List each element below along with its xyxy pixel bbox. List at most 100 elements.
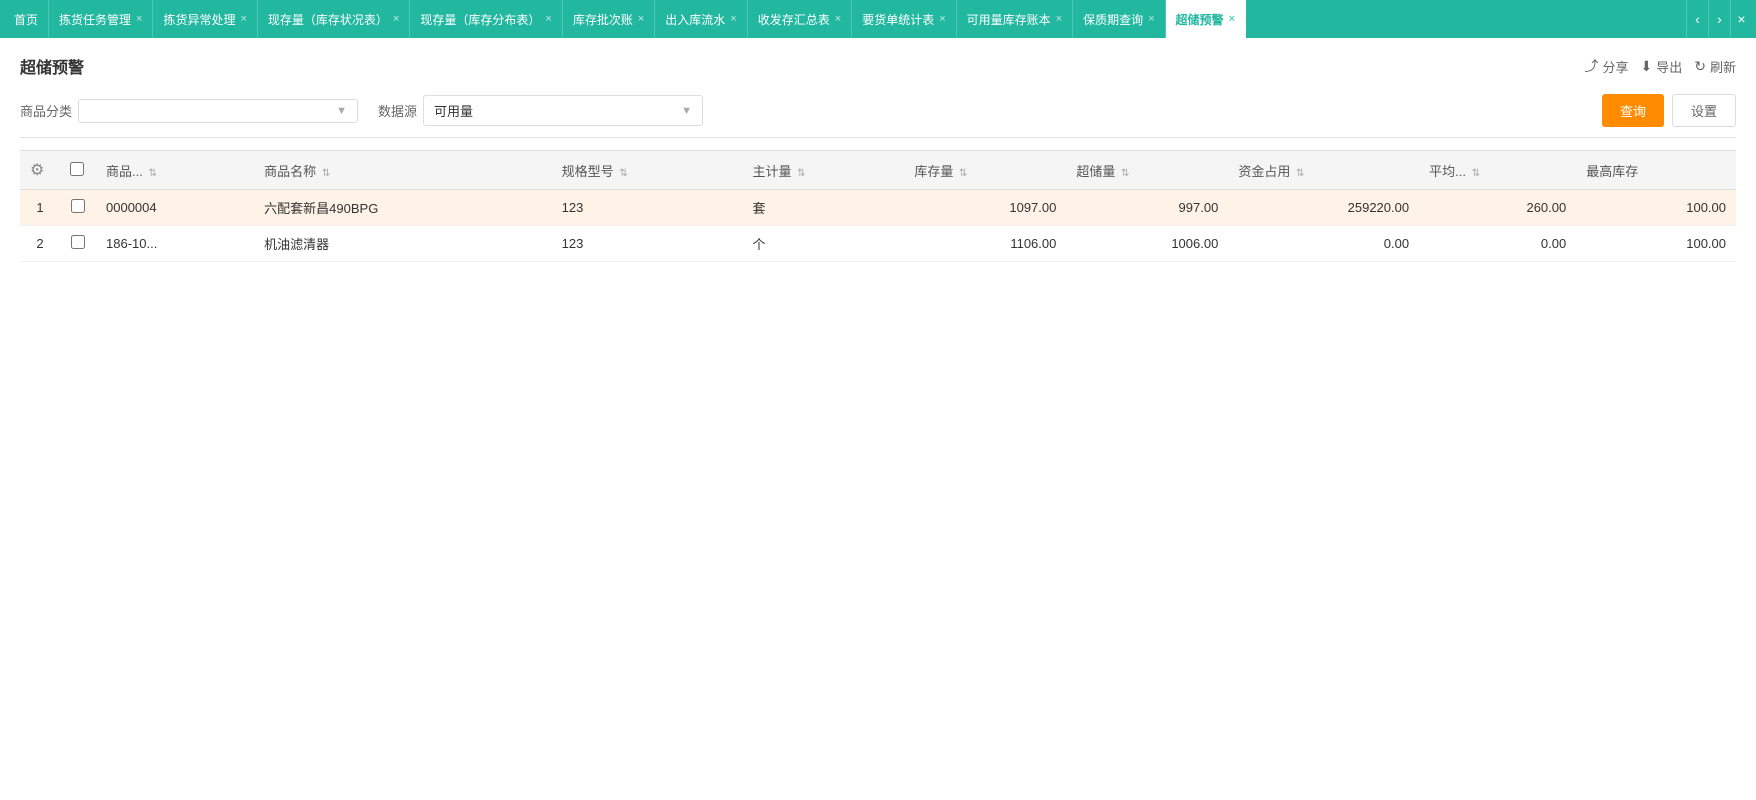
close-tab-summary[interactable]: × (835, 13, 841, 25)
checkbox-header[interactable] (60, 151, 96, 190)
col-spec[interactable]: 规格型号 ⇅ (552, 151, 743, 190)
nav-tab-home[interactable]: 首页 (4, 0, 49, 38)
nav-tab-stock-status[interactable]: 现存量（库存状况表） × (258, 0, 410, 38)
row-average-2: 0.00 (1419, 226, 1576, 262)
row-stock-1: 1097.00 (904, 190, 1066, 226)
data-source-filter: 数据源 可用量 ▼ (378, 95, 703, 126)
nav-arrow-close[interactable]: × (1730, 0, 1752, 38)
close-tab-stock-status[interactable]: × (393, 13, 399, 25)
nav-tab-task[interactable]: 拣货任务管理 × (49, 0, 153, 38)
col-overstock[interactable]: 超储量 ⇅ (1066, 151, 1228, 190)
nav-tab-summary[interactable]: 收发存汇总表 × (748, 0, 852, 38)
refresh-icon: ↻ (1694, 58, 1706, 75)
export-button[interactable]: ⬇ 导出 (1641, 57, 1683, 76)
nav-tab-flow[interactable]: 出入库流水 × (655, 0, 747, 38)
close-tab-task[interactable]: × (136, 13, 142, 25)
gear-icon[interactable]: ⚙ (30, 162, 44, 179)
filter-row: 商品分类 ▼ 数据源 可用量 ▼ 查询 设置 (20, 94, 1736, 127)
col-capital[interactable]: 资金占用 ⇅ (1228, 151, 1419, 190)
nav-tab-overstock[interactable]: 超储预警 × (1166, 0, 1246, 38)
top-nav: 首页 拣货任务管理 × 拣货异常处理 × 现存量（库存状况表） × 现存量（库存… (0, 0, 1756, 38)
row-spec-1: 123 (552, 190, 743, 226)
row-unit-2: 个 (742, 226, 904, 262)
table-header-row: ⚙ 商品... ⇅ 商品名称 ⇅ 规格型号 ⇅ 主计量 (20, 151, 1736, 190)
row-product-name-1: 六配套新昌490BPG (254, 190, 552, 226)
sort-icon-capital: ⇅ (1296, 168, 1304, 179)
nav-tab-expiry[interactable]: 保质期查询 × (1073, 0, 1165, 38)
header-actions: ⤴ 分享 ⬇ 导出 ↻ 刷新 (1584, 56, 1736, 76)
data-source-label: 数据源 (378, 101, 417, 120)
col-product-name[interactable]: 商品名称 ⇅ (254, 151, 552, 190)
row-unit-1: 套 (742, 190, 904, 226)
close-tab-abnormal[interactable]: × (240, 13, 246, 25)
nav-tab-stock-dist[interactable]: 现存量（库存分布表） × (410, 0, 562, 38)
data-source-select[interactable]: 可用量 ▼ (423, 95, 703, 126)
sort-icon-average: ⇅ (1472, 168, 1480, 179)
settings-header[interactable]: ⚙ (20, 151, 60, 190)
nav-arrows: ‹ › × (1686, 0, 1752, 38)
row-product-code-1: 0000004 (96, 190, 254, 226)
product-category-label: 商品分类 (20, 101, 72, 120)
close-tab-requisition[interactable]: × (939, 13, 945, 25)
data-table: ⚙ 商品... ⇅ 商品名称 ⇅ 规格型号 ⇅ 主计量 (20, 150, 1736, 262)
row-capital-1: 259220.00 (1228, 190, 1419, 226)
share-icon: ⤴ (1584, 56, 1598, 76)
share-button[interactable]: ⤴ 分享 (1584, 56, 1628, 76)
select-all-checkbox[interactable] (70, 162, 84, 176)
nav-tab-available[interactable]: 可用量库存账本 × (957, 0, 1073, 38)
chevron-down-icon: ▼ (336, 105, 347, 117)
sort-icon-stock: ⇅ (959, 168, 967, 179)
row-average-1: 260.00 (1419, 190, 1576, 226)
nav-arrow-right[interactable]: › (1708, 0, 1730, 38)
settings-button[interactable]: 设置 (1672, 94, 1736, 127)
col-product-code[interactable]: 商品... ⇅ (96, 151, 254, 190)
nav-tab-batch[interactable]: 库存批次账 × (563, 0, 655, 38)
filter-divider (20, 137, 1736, 138)
sort-icon-name: ⇅ (322, 168, 330, 179)
row-capital-2: 0.00 (1228, 226, 1419, 262)
page-header: 超储预警 ⤴ 分享 ⬇ 导出 ↻ 刷新 (20, 54, 1736, 78)
table-body: 1 0000004 六配套新昌490BPG 123 套 1097.00 997.… (20, 190, 1736, 262)
product-category-select[interactable]: ▼ (78, 99, 358, 123)
nav-arrow-left[interactable]: ‹ (1686, 0, 1708, 38)
close-tab-expiry[interactable]: × (1148, 13, 1154, 25)
row-num-1: 1 (20, 190, 60, 226)
close-tab-overstock[interactable]: × (1229, 13, 1235, 25)
nav-tab-abnormal[interactable]: 拣货异常处理 × (153, 0, 257, 38)
col-average[interactable]: 平均... ⇅ (1419, 151, 1576, 190)
row-product-code-2: 186-10... (96, 226, 254, 262)
export-icon: ⬇ (1641, 58, 1653, 75)
refresh-button[interactable]: ↻ 刷新 (1694, 57, 1736, 76)
close-tab-flow[interactable]: × (730, 13, 736, 25)
row-max-stock-1: 100.00 (1576, 190, 1736, 226)
row-stock-2: 1106.00 (904, 226, 1066, 262)
sort-icon-code: ⇅ (148, 168, 156, 179)
table-row: 2 186-10... 机油滤清器 123 个 1106.00 1006.00 … (20, 226, 1736, 262)
nav-tab-requisition[interactable]: 要货单统计表 × (852, 0, 956, 38)
row-num-2: 2 (20, 226, 60, 262)
page-content: 超储预警 ⤴ 分享 ⬇ 导出 ↻ 刷新 商品分类 ▼ 数据源 (0, 38, 1756, 800)
sort-icon-spec: ⇅ (619, 168, 627, 179)
close-tab-batch[interactable]: × (638, 13, 644, 25)
row-checkbox-1[interactable] (60, 190, 96, 226)
page-title: 超储预警 (20, 54, 84, 78)
col-unit[interactable]: 主计量 ⇅ (742, 151, 904, 190)
col-max-stock[interactable]: 最高库存 (1576, 151, 1736, 190)
row-check-1[interactable] (71, 199, 85, 213)
chevron-down-icon-2: ▼ (681, 105, 692, 117)
sort-icon-overstock: ⇅ (1121, 168, 1129, 179)
product-category-filter: 商品分类 ▼ (20, 99, 358, 123)
row-overstock-2: 1006.00 (1066, 226, 1228, 262)
data-source-value: 可用量 (434, 101, 473, 120)
query-button[interactable]: 查询 (1602, 94, 1664, 127)
row-product-name-2: 机油滤清器 (254, 226, 552, 262)
table-row: 1 0000004 六配套新昌490BPG 123 套 1097.00 997.… (20, 190, 1736, 226)
row-max-stock-2: 100.00 (1576, 226, 1736, 262)
row-checkbox-2[interactable] (60, 226, 96, 262)
row-check-2[interactable] (71, 235, 85, 249)
col-stock[interactable]: 库存量 ⇅ (904, 151, 1066, 190)
close-tab-stock-dist[interactable]: × (545, 13, 551, 25)
filter-action-buttons: 查询 设置 (1602, 94, 1736, 127)
sort-icon-unit: ⇅ (797, 168, 805, 179)
close-tab-available[interactable]: × (1056, 13, 1062, 25)
